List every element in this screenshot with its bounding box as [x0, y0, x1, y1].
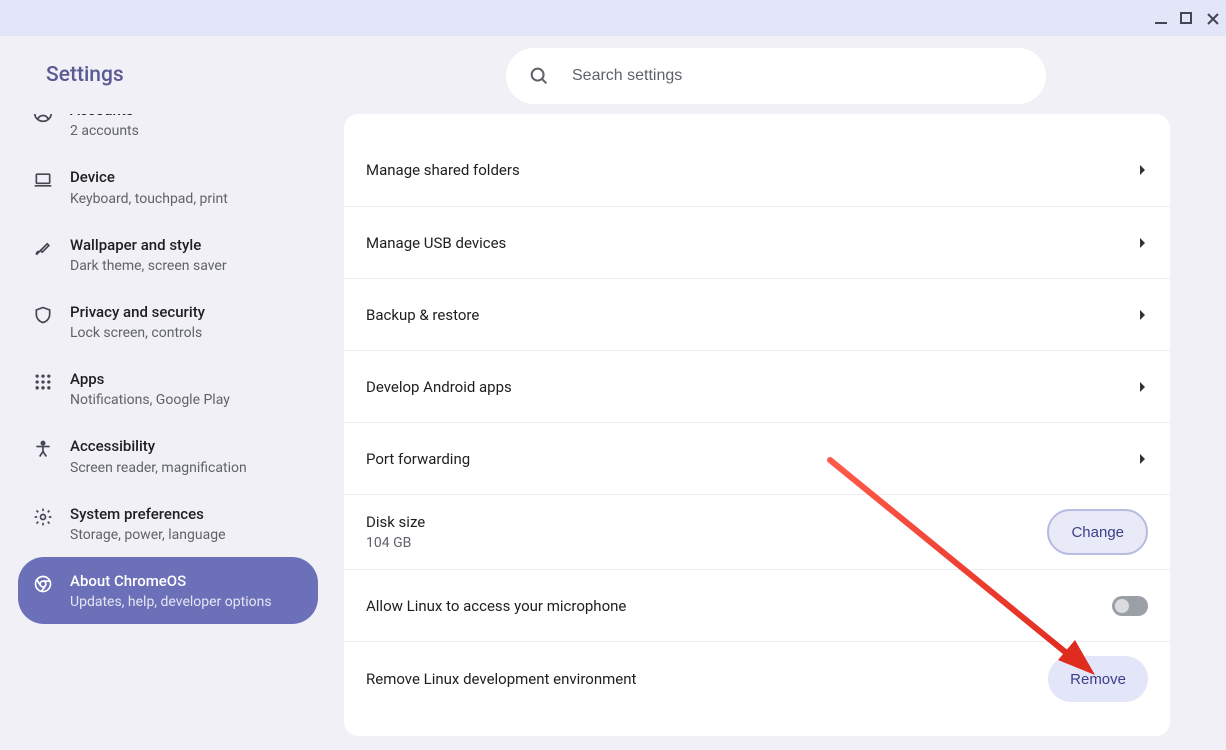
row-sublabel: 104 GB [366, 535, 425, 551]
row-label: Allow Linux to access your microphone [366, 597, 626, 615]
row-label: Backup & restore [366, 306, 479, 324]
sidebar-item-label: Wallpaper and style [70, 235, 227, 255]
sidebar-item-sublabel: Screen reader, magnification [70, 460, 247, 476]
sidebar-item-accessibility[interactable]: Accessibility Screen reader, magnificati… [18, 422, 318, 489]
accessibility-icon [32, 438, 54, 460]
row-microphone-access: Allow Linux to access your microphone [344, 569, 1170, 641]
row-label: Disk size [366, 513, 425, 531]
sidebar-item-label: Apps [70, 369, 230, 389]
chevron-right-icon [1138, 237, 1148, 249]
chrome-icon [32, 573, 54, 595]
sidebar-item-device[interactable]: Device Keyboard, touchpad, print [18, 153, 318, 220]
row-backup-restore[interactable]: Backup & restore [344, 278, 1170, 350]
row-port-forwarding[interactable]: Port forwarding [344, 422, 1170, 494]
remove-button[interactable]: Remove [1048, 656, 1148, 702]
row-remove-linux: Remove Linux development environment Rem… [344, 641, 1170, 716]
row-label: Manage shared folders [366, 161, 520, 179]
gear-icon [32, 506, 54, 528]
search-box[interactable] [506, 48, 1046, 104]
sidebar-item-label: About ChromeOS [70, 571, 272, 591]
settings-panel: Manage shared folders Manage USB devices… [344, 114, 1170, 736]
page-title: Settings [46, 63, 124, 87]
microphone-toggle[interactable] [1112, 596, 1148, 616]
brush-icon [32, 237, 54, 259]
person-icon [32, 114, 54, 124]
sidebar-item-apps[interactable]: Apps Notifications, Google Play [18, 355, 318, 422]
row-manage-usb[interactable]: Manage USB devices [344, 206, 1170, 278]
sidebar-item-sublabel: Updates, help, developer options [70, 594, 272, 610]
row-label: Develop Android apps [366, 378, 512, 396]
chevron-right-icon [1138, 453, 1148, 465]
sidebar-item-label: Privacy and security [70, 302, 205, 322]
sidebar-item-sublabel: 2 accounts [70, 123, 139, 139]
chevron-right-icon [1138, 381, 1148, 393]
main-content: Manage shared folders Manage USB devices… [336, 114, 1226, 750]
sidebar-item-label: Device [70, 167, 228, 187]
sidebar-item-wallpaper[interactable]: Wallpaper and style Dark theme, screen s… [18, 221, 318, 288]
row-label: Manage USB devices [366, 234, 506, 252]
sidebar: Accounts 2 accounts Device Keyboard, tou… [0, 114, 336, 750]
sidebar-item-accounts[interactable]: Accounts 2 accounts [18, 114, 318, 153]
row-label: Remove Linux development environment [366, 670, 636, 688]
sidebar-item-label: System preferences [70, 504, 226, 524]
close-icon[interactable] [1206, 12, 1218, 24]
sidebar-item-privacy[interactable]: Privacy and security Lock screen, contro… [18, 288, 318, 355]
search-icon [528, 65, 550, 87]
sidebar-item-sublabel: Storage, power, language [70, 527, 226, 543]
sidebar-item-label: Accounts [70, 114, 139, 120]
toggle-knob [1115, 599, 1129, 613]
row-develop-android[interactable]: Develop Android apps [344, 350, 1170, 422]
row-disk-size: Disk size 104 GB Change [344, 494, 1170, 569]
sidebar-item-sublabel: Keyboard, touchpad, print [70, 191, 228, 207]
app-header: Settings [0, 36, 1226, 114]
sidebar-item-sublabel: Lock screen, controls [70, 325, 205, 341]
change-button[interactable]: Change [1047, 509, 1148, 555]
sidebar-item-about[interactable]: About ChromeOS Updates, help, developer … [18, 557, 318, 624]
window-title-bar [0, 0, 1226, 36]
sidebar-item-sublabel: Notifications, Google Play [70, 392, 230, 408]
row-manage-shared-folders[interactable]: Manage shared folders [344, 134, 1170, 206]
shield-icon [32, 304, 54, 326]
chevron-right-icon [1138, 309, 1148, 321]
sidebar-item-label: Accessibility [70, 436, 247, 456]
laptop-icon [32, 169, 54, 191]
sidebar-item-sublabel: Dark theme, screen saver [70, 258, 227, 274]
row-label: Port forwarding [366, 450, 470, 468]
chevron-right-icon [1138, 164, 1148, 176]
maximize-icon[interactable] [1180, 12, 1192, 24]
sidebar-item-system[interactable]: System preferences Storage, power, langu… [18, 490, 318, 557]
search-input[interactable] [570, 66, 1024, 86]
apps-grid-icon [32, 371, 54, 393]
minimize-icon[interactable] [1154, 12, 1166, 24]
